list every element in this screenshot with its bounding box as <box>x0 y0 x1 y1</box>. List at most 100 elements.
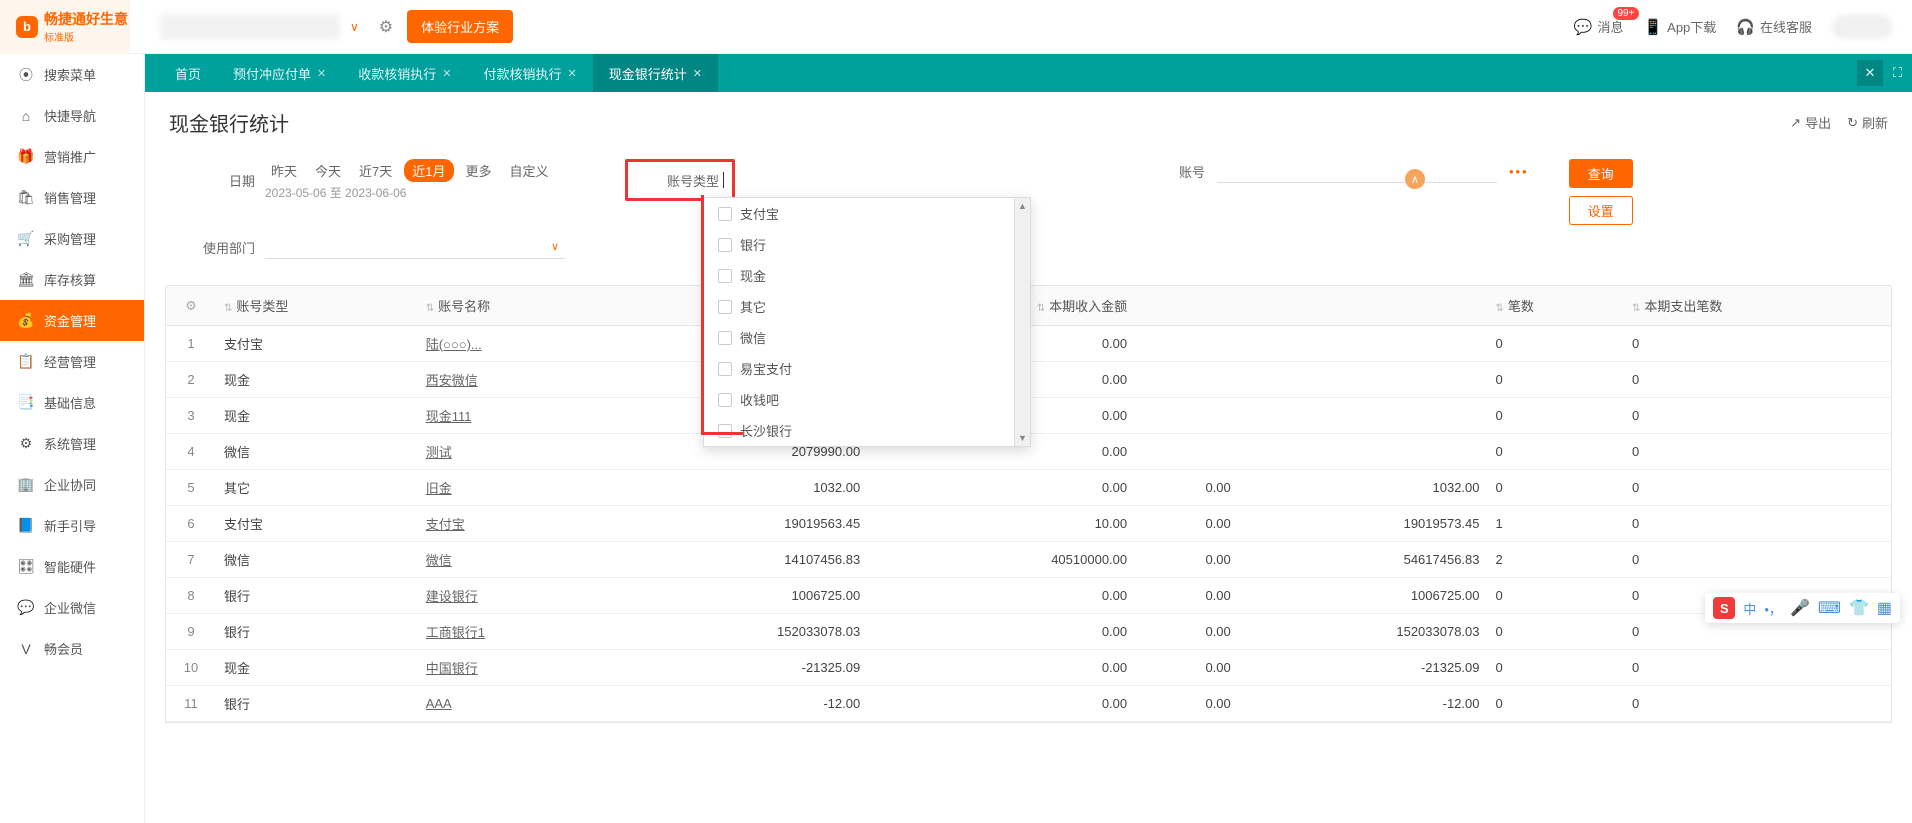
dropdown-option-6[interactable]: 收钱吧 <box>704 384 1030 415</box>
collapse-up-icon[interactable]: ∧ <box>1405 169 1425 189</box>
sort-icon[interactable]: ⇅ <box>1037 303 1045 314</box>
dept-select[interactable]: ∨ <box>265 235 565 259</box>
sidebar-item-7[interactable]: 📋经营管理 <box>0 341 144 382</box>
dropdown-option-5[interactable]: 易宝支付 <box>704 353 1030 384</box>
sidebar-item-5[interactable]: 🏛库存核算 <box>0 259 144 300</box>
sort-icon[interactable]: ⇅ <box>1496 303 1504 314</box>
close-icon[interactable]: ✕ <box>317 67 326 80</box>
sidebar-item-12[interactable]: 🎛智能硬件 <box>0 546 144 587</box>
app-download-button[interactable]: 📱 App下载 <box>1643 17 1716 36</box>
cell-name[interactable]: 建设银行 <box>418 578 620 614</box>
keyboard-icon[interactable]: ⌨ <box>1818 598 1841 618</box>
close-tab-button[interactable]: ✕ <box>1857 60 1883 86</box>
table-settings-header[interactable]: ⚙ <box>166 286 216 326</box>
cell-name[interactable]: 现金111 <box>418 398 620 434</box>
gear-icon[interactable]: ⚙ <box>379 17 393 37</box>
sidebar-item-6[interactable]: 💰资金管理 <box>0 300 144 341</box>
shirt-icon[interactable]: 👕 <box>1849 598 1869 618</box>
logo[interactable]: b 畅捷通好生意 标准版 <box>0 0 130 54</box>
cell-name[interactable]: 测试 <box>418 434 620 470</box>
dropdown-option-2[interactable]: 现金 <box>704 260 1030 291</box>
cell-name[interactable]: 旧金 <box>418 470 620 506</box>
checkbox[interactable] <box>718 238 732 252</box>
ime-toolbar[interactable]: S 中 •， 🎤 ⌨ 👕 ▦ <box>1705 593 1900 623</box>
sort-icon[interactable]: ⇅ <box>426 303 434 314</box>
cell-name[interactable]: 中国银行 <box>418 650 620 686</box>
table-header-4[interactable] <box>1135 286 1239 326</box>
dropdown-option-4[interactable]: 微信 <box>704 322 1030 353</box>
sidebar-item-3[interactable]: 🛍销售管理 <box>0 177 144 218</box>
chevron-down-icon[interactable]: ∨ <box>350 20 359 34</box>
sort-icon[interactable]: ⇅ <box>1632 303 1640 314</box>
checkbox[interactable] <box>718 424 732 438</box>
scroll-up-icon[interactable]: ▲ <box>1015 198 1030 214</box>
cell-name[interactable]: 西安微信 <box>418 362 620 398</box>
export-button[interactable]: ↗ 导出 <box>1790 113 1831 132</box>
tab-2[interactable]: 收款核销执行✕ <box>342 54 467 92</box>
table-header-1[interactable]: ⇅账号名称 <box>418 286 620 326</box>
cell-name[interactable]: 陆(○○○)... <box>418 326 620 362</box>
ime-mode[interactable]: 中 <box>1743 599 1756 618</box>
sidebar-item-9[interactable]: ⚙系统管理 <box>0 423 144 464</box>
table-header-6[interactable]: ⇅笔数 <box>1488 286 1624 326</box>
sidebar-item-13[interactable]: 💬企业微信 <box>0 587 144 628</box>
industry-plan-button[interactable]: 体验行业方案 <box>407 10 513 43</box>
company-selector[interactable] <box>160 14 340 40</box>
checkbox[interactable] <box>718 207 732 221</box>
scrollbar[interactable]: ▲ ▼ <box>1014 198 1030 446</box>
messages-button[interactable]: 💬 消息 <box>1574 17 1624 36</box>
table-header-0[interactable]: ⇅账号类型 <box>216 286 418 326</box>
settings-button[interactable]: 设置 <box>1569 196 1633 225</box>
tab-0[interactable]: 首页 <box>159 54 217 92</box>
sidebar-item-14[interactable]: V畅会员 <box>0 628 144 669</box>
sidebar-item-0[interactable]: ⦿搜索菜单 <box>0 54 144 95</box>
date-chip-3[interactable]: 近1月 <box>404 159 453 182</box>
fullscreen-icon[interactable]: ⛶ <box>1893 65 1902 81</box>
customer-service-button[interactable]: 🎧 在线客服 <box>1736 17 1812 36</box>
ime-punct-icon[interactable]: •， <box>1764 599 1782 618</box>
dropdown-option-7[interactable]: 长沙银行 <box>704 415 1030 446</box>
more-filters-button[interactable]: ••• <box>1509 164 1529 179</box>
tab-3[interactable]: 付款核销执行✕ <box>467 54 592 92</box>
cell-name[interactable]: AAA <box>418 686 620 722</box>
sidebar-item-11[interactable]: 📘新手引导 <box>0 505 144 546</box>
sidebar-item-4[interactable]: 🛒采购管理 <box>0 218 144 259</box>
close-icon[interactable]: ✕ <box>442 67 451 80</box>
sidebar-item-1[interactable]: ⌂快捷导航 <box>0 95 144 136</box>
close-icon[interactable]: ✕ <box>568 67 577 80</box>
checkbox[interactable] <box>718 331 732 345</box>
date-chip-5[interactable]: 自定义 <box>504 159 555 182</box>
close-icon[interactable]: ✕ <box>693 67 702 80</box>
avatar[interactable] <box>1832 15 1892 39</box>
tab-1[interactable]: 预付冲应付单✕ <box>217 54 342 92</box>
sidebar-item-2[interactable]: 🎁营销推广 <box>0 136 144 177</box>
query-button[interactable]: 查询 <box>1569 159 1633 188</box>
table-header-7[interactable]: ⇅本期支出笔数 <box>1624 286 1891 326</box>
checkbox[interactable] <box>718 393 732 407</box>
grid-icon[interactable]: ▦ <box>1877 598 1892 618</box>
sidebar-item-10[interactable]: 🏢企业协同 <box>0 464 144 505</box>
dropdown-option-0[interactable]: 支付宝 <box>704 198 1030 229</box>
scroll-down-icon[interactable]: ▼ <box>1015 430 1030 446</box>
checkbox[interactable] <box>718 362 732 376</box>
tab-4[interactable]: 现金银行统计✕ <box>593 54 718 92</box>
cell-name[interactable]: 支付宝 <box>418 506 620 542</box>
table-header-5[interactable] <box>1239 286 1488 326</box>
checkbox[interactable] <box>718 269 732 283</box>
cell-name[interactable]: 微信 <box>418 542 620 578</box>
mic-icon[interactable]: 🎤 <box>1790 598 1810 618</box>
cell-name[interactable]: 工商银行1 <box>418 614 620 650</box>
date-chip-0[interactable]: 昨天 <box>265 159 303 182</box>
tab-label: 首页 <box>175 64 201 83</box>
date-chip-2[interactable]: 近7天 <box>353 159 398 182</box>
date-chip-1[interactable]: 今天 <box>309 159 347 182</box>
dropdown-option-1[interactable]: 银行 <box>704 229 1030 260</box>
dropdown-option-3[interactable]: 其它 <box>704 291 1030 322</box>
refresh-button[interactable]: ↻ 刷新 <box>1847 113 1888 132</box>
account-type-select[interactable]: 账号类型 <box>625 159 735 201</box>
sidebar-item-8[interactable]: 📑基础信息 <box>0 382 144 423</box>
sort-icon[interactable]: ⇅ <box>224 303 232 314</box>
account-no-input[interactable] <box>1217 159 1497 183</box>
date-chip-4[interactable]: 更多 <box>460 159 498 182</box>
checkbox[interactable] <box>718 300 732 314</box>
